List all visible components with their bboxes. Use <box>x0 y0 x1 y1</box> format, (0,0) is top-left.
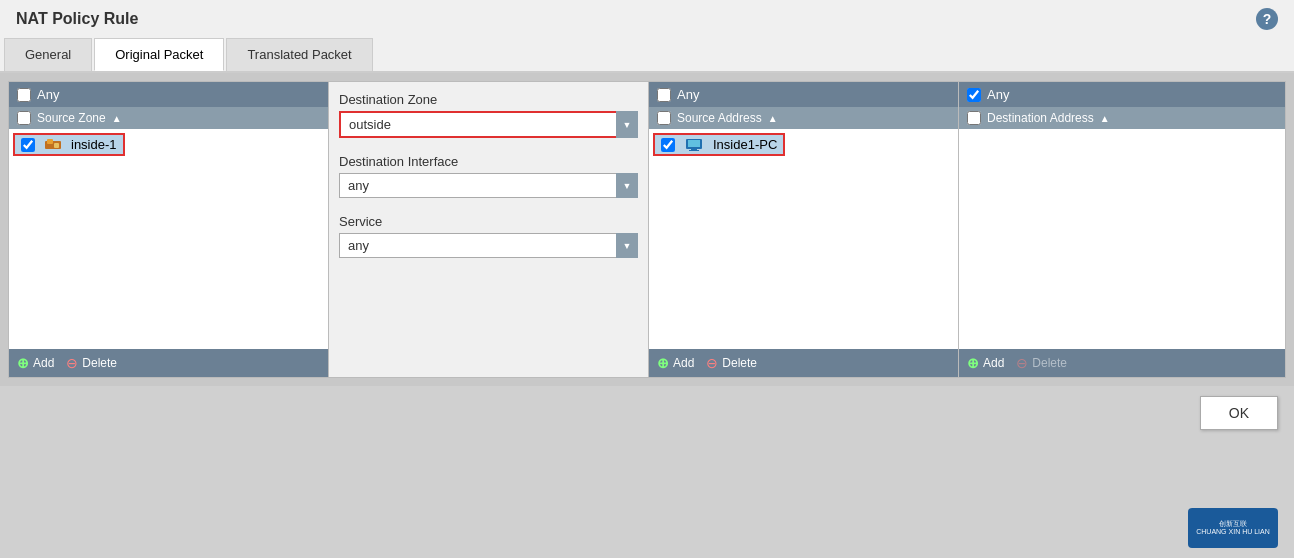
destination-interface-select-wrapper: any <box>339 173 638 198</box>
source-address-sort: ▲ <box>768 113 778 124</box>
source-zone-footer: ⊕ Add ⊖ Delete <box>9 349 328 377</box>
panels-container: Any Source Zone ▲ <box>8 81 1286 378</box>
source-zone-item-inside1[interactable]: inside-1 <box>13 133 125 156</box>
add-icon-src: ⊕ <box>657 355 669 371</box>
zone-icon <box>45 139 61 151</box>
destination-address-any-header: Any <box>959 82 1285 107</box>
delete-icon-src: ⊖ <box>706 355 718 371</box>
destination-config-panel: Destination Zone outside inside any Dest… <box>329 82 649 377</box>
source-zone-label: Source Zone <box>37 111 106 125</box>
destination-address-body <box>959 129 1285 349</box>
add-source-addr-button[interactable]: ⊕ Add <box>657 355 694 371</box>
service-select-wrapper: any <box>339 233 638 258</box>
delete-source-addr-label: Delete <box>722 356 757 370</box>
help-icon[interactable]: ? <box>1256 8 1278 30</box>
service-select[interactable]: any <box>339 233 638 258</box>
select-all-dest-addr[interactable] <box>967 111 981 125</box>
any-checkbox-dest-addr[interactable] <box>967 88 981 102</box>
add-dest-addr-button[interactable]: ⊕ Add <box>967 355 1004 371</box>
add-source-addr-label: Add <box>673 356 694 370</box>
watermark-logo: 创新互联CHUANG XIN HU LIAN <box>1188 508 1278 548</box>
select-all-source-addr[interactable] <box>657 111 671 125</box>
any-checkbox-source-addr[interactable] <box>657 88 671 102</box>
page-title: NAT Policy Rule <box>16 10 138 28</box>
add-icon: ⊕ <box>17 355 29 371</box>
svg-rect-4 <box>688 140 700 147</box>
any-label-dest-addr: Any <box>987 87 1009 102</box>
destination-address-subheader: Destination Address ▲ <box>959 107 1285 129</box>
add-icon-dst: ⊕ <box>967 355 979 371</box>
svg-rect-2 <box>54 143 59 148</box>
delete-source-zone-button[interactable]: ⊖ Delete <box>66 355 117 371</box>
source-zone-item-label: inside-1 <box>71 137 117 152</box>
ok-button[interactable]: OK <box>1200 396 1278 430</box>
add-source-zone-label: Add <box>33 356 54 370</box>
tabs-bar: General Original Packet Translated Packe… <box>0 38 1294 73</box>
destination-interface-select[interactable]: any <box>339 173 638 198</box>
tab-general[interactable]: General <box>4 38 92 71</box>
watermark: 创新互联CHUANG XIN HU LIAN <box>1188 508 1278 548</box>
delete-icon: ⊖ <box>66 355 78 371</box>
svg-rect-1 <box>47 139 53 144</box>
destination-interface-label: Destination Interface <box>339 154 638 169</box>
source-addr-item-label: Inside1-PC <box>713 137 777 152</box>
source-zone-panel: Any Source Zone ▲ <box>9 82 329 377</box>
source-addr-item-checkbox[interactable] <box>661 138 675 152</box>
any-label-source-zone: Any <box>37 87 59 102</box>
any-label-source-addr: Any <box>677 87 699 102</box>
service-label: Service <box>339 214 638 229</box>
source-addr-item-inside1pc[interactable]: Inside1-PC <box>653 133 785 156</box>
destination-zone-label: Destination Zone <box>339 92 638 107</box>
tab-translated-packet[interactable]: Translated Packet <box>226 38 372 71</box>
delete-source-zone-label: Delete <box>82 356 117 370</box>
tab-original-packet[interactable]: Original Packet <box>94 38 224 71</box>
delete-dest-addr-label: Delete <box>1032 356 1067 370</box>
source-address-header: Any <box>649 82 958 107</box>
footer-area: OK 创新互联CHUANG XIN HU LIAN <box>0 386 1294 440</box>
add-dest-addr-label: Add <box>983 356 1004 370</box>
source-address-panel: Any Source Address ▲ <box>649 82 959 377</box>
service-group: Service any <box>339 214 638 258</box>
source-zone-body: inside-1 <box>9 129 328 349</box>
destination-zone-group: Destination Zone outside inside any <box>339 92 638 138</box>
title-bar: NAT Policy Rule ? <box>0 0 1294 38</box>
destination-zone-select[interactable]: outside inside any <box>339 111 638 138</box>
delete-dest-addr-button: ⊖ Delete <box>1016 355 1067 371</box>
source-zone-sort: ▲ <box>112 113 122 124</box>
source-address-subheader: Source Address ▲ <box>649 107 958 129</box>
destination-address-sort: ▲ <box>1100 113 1110 124</box>
source-address-body: Inside1-PC <box>649 129 958 349</box>
svg-rect-6 <box>689 150 699 151</box>
source-address-footer: ⊕ Add ⊖ Delete <box>649 349 958 377</box>
source-zone-header: Any <box>9 82 328 107</box>
delete-source-addr-button[interactable]: ⊖ Delete <box>706 355 757 371</box>
destination-interface-group: Destination Interface any <box>339 154 638 198</box>
add-source-zone-button[interactable]: ⊕ Add <box>17 355 54 371</box>
delete-icon-dst: ⊖ <box>1016 355 1028 371</box>
destination-address-label: Destination Address <box>987 111 1094 125</box>
select-all-source-zone[interactable] <box>17 111 31 125</box>
any-checkbox-source-zone[interactable] <box>17 88 31 102</box>
destination-address-footer: ⊕ Add ⊖ Delete <box>959 349 1285 377</box>
destination-zone-select-wrapper: outside inside any <box>339 111 638 138</box>
source-zone-item-checkbox[interactable] <box>21 138 35 152</box>
computer-icon <box>685 138 703 152</box>
destination-address-panel: Any Destination Address ▲ ⊕ Add ⊖ <box>959 82 1285 377</box>
source-address-label: Source Address <box>677 111 762 125</box>
source-zone-subheader: Source Zone ▲ <box>9 107 328 129</box>
